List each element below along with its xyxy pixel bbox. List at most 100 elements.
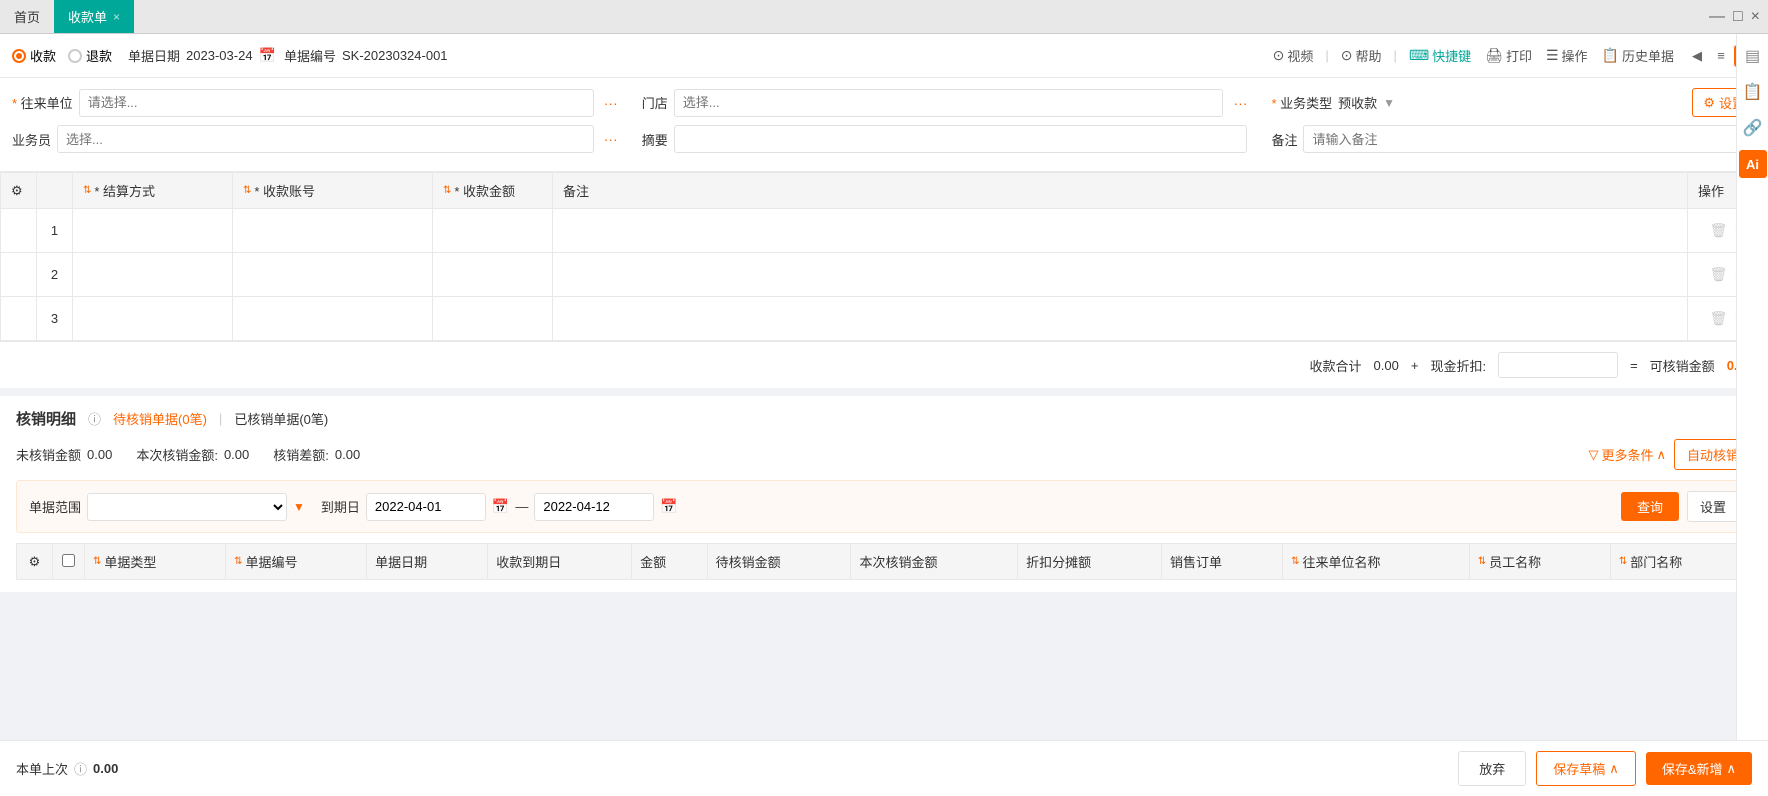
query-button[interactable]: 查询 <box>1621 492 1679 521</box>
help-icon: ⊙ <box>1341 47 1353 64</box>
row2-delete-icon[interactable]: 🗑 <box>1710 266 1728 283</box>
row3-amount-cell[interactable] <box>433 297 553 341</box>
store-more-icon[interactable]: ··· <box>1233 95 1247 111</box>
biz-type-label: 业务类型 <box>1271 93 1332 112</box>
store-input[interactable] <box>674 89 1224 117</box>
bth-settings[interactable]: ⚙ <box>17 544 53 580</box>
tab-home[interactable]: 首页 <box>0 0 54 33</box>
receipt-total-value: 0.00 <box>1374 358 1399 373</box>
verify-section: 核销明细 ⓘ 待核销单据(0笔) | 已核销单据(0笔) 未核销金额 0.00 … <box>0 396 1768 592</box>
row3-remark-cell[interactable] <box>553 297 1688 341</box>
th-amount: ⇅ * 收款金额 <box>433 173 553 209</box>
partner-more-icon[interactable]: ··· <box>604 95 618 111</box>
row1-account-cell[interactable] <box>233 209 433 253</box>
th-settlement-label: * 结算方式 <box>94 181 155 200</box>
more-conditions-label: 更多条件 <box>1601 445 1653 464</box>
refund-radio-label: 退款 <box>86 46 112 65</box>
diff-stat: 核销差额: 0.00 <box>273 445 360 464</box>
draft-arrow-icon: ∧ <box>1609 761 1619 777</box>
close-button[interactable]: × <box>1751 8 1760 26</box>
bth-type: ⇅ 单据类型 <box>85 544 226 580</box>
row3-num: 3 <box>51 311 58 326</box>
remark-input[interactable] <box>1303 125 1756 153</box>
row1-amount-cell[interactable] <box>433 209 553 253</box>
verify-info-icon[interactable]: ⓘ <box>88 409 101 428</box>
staff-more-icon[interactable]: ··· <box>604 131 618 147</box>
sidebar-doc-icon[interactable]: 📋 <box>1739 78 1767 106</box>
row3-account-cell[interactable] <box>233 297 433 341</box>
table-row: 2 🗑 ⧉ <box>1 253 1768 297</box>
query-settings-button[interactable]: 设置 <box>1687 491 1739 522</box>
current-stat: 本次核销金额: 0.00 <box>136 445 249 464</box>
unverified-label: 未核销金额 <box>16 445 81 464</box>
more-conditions-btn[interactable]: ▽ 更多条件 ∧ <box>1588 445 1666 464</box>
receipt-type-radio-group: 收款 退款 <box>12 46 112 65</box>
pending-tab[interactable]: 待核销单据(0笔) <box>113 409 207 428</box>
bth-staff-label: 员工名称 <box>1489 552 1541 571</box>
biz-type-chevron-icon[interactable]: ▼ <box>1383 96 1395 110</box>
maximize-button[interactable]: □ <box>1733 8 1743 26</box>
save-draft-button[interactable]: 保存草稿 ∧ <box>1536 751 1636 786</box>
sidebar-link-icon[interactable]: 🔗 <box>1739 114 1767 142</box>
done-tab[interactable]: 已核销单据(0笔) <box>234 409 328 428</box>
history-label: 历史单据 <box>1622 46 1674 65</box>
tab-close-icon[interactable]: × <box>113 10 120 24</box>
row3-delete-icon[interactable]: 🗑 <box>1710 310 1728 327</box>
row2-settlement-cell[interactable] <box>73 253 233 297</box>
row1-delete-icon[interactable]: 🗑 <box>1710 222 1728 239</box>
th-account-label: * 收款账号 <box>254 181 315 200</box>
sep1: | <box>1325 48 1328 63</box>
th-remark: 备注 <box>553 173 1688 209</box>
calendar-from-icon[interactable]: 📅 <box>492 498 509 515</box>
select-all-checkbox[interactable] <box>62 554 75 567</box>
date-value: 2023-03-24 <box>186 48 253 63</box>
calendar-to-icon[interactable]: 📅 <box>660 498 677 515</box>
toolbar: 收款 退款 单据日期 2023-03-24 📅 单据编号 SK-20230324… <box>0 34 1768 78</box>
receipt-radio[interactable]: 收款 <box>12 46 56 65</box>
layout-prev-icon[interactable]: ◀ <box>1686 45 1708 67</box>
bottom-table-container: ⚙ ⇅ 单据类型 ⇅ 单据编号 <box>16 543 1752 580</box>
footer-info-icon[interactable]: ⓘ <box>74 759 87 778</box>
help-action[interactable]: ⊙ 帮助 <box>1335 42 1388 69</box>
row2-num-cell: 2 <box>37 253 73 297</box>
history-action[interactable]: 📋 历史单据 <box>1596 42 1680 69</box>
refund-radio-dot <box>68 49 82 63</box>
print-action[interactable]: 🖨 打印 <box>1479 42 1538 69</box>
date-field: 单据日期 2023-03-24 📅 <box>128 46 276 65</box>
bth-checkbox[interactable] <box>53 544 85 580</box>
calendar-icon[interactable]: 📅 <box>259 47 276 64</box>
biz-type-select-area: 预收款 ▼ <box>1338 93 1395 112</box>
date-label: 单据日期 <box>128 46 180 65</box>
staff-input[interactable] <box>57 125 594 153</box>
date-from-input[interactable] <box>366 493 486 521</box>
row1-remark-cell[interactable] <box>553 209 1688 253</box>
row2-account-cell[interactable] <box>233 253 433 297</box>
abandon-button[interactable]: 放弃 <box>1458 751 1526 786</box>
video-action[interactable]: ⊙ 视频 <box>1267 42 1320 69</box>
operation-action[interactable]: ☰ 操作 <box>1540 42 1594 69</box>
number-field: 单据编号 SK-20230324-001 <box>284 46 448 65</box>
layout-list-icon[interactable]: ≡ <box>1710 45 1732 67</box>
history-icon: 📋 <box>1602 47 1619 64</box>
minimize-button[interactable]: — <box>1709 8 1725 26</box>
shortcut-action[interactable]: ⌨ 快捷键 <box>1403 42 1477 69</box>
row2-amount-cell[interactable] <box>433 253 553 297</box>
tab-receipt[interactable]: 收款单 × <box>54 0 134 33</box>
discount-input[interactable] <box>1498 352 1618 378</box>
sidebar-ai-icon[interactable]: Ai <box>1739 150 1767 178</box>
summary-label: 摘要 <box>642 130 668 149</box>
partner-input[interactable] <box>79 89 594 117</box>
discount-label: 现金折扣: <box>1430 356 1486 375</box>
row2-remark-cell[interactable] <box>553 253 1688 297</box>
save-new-button[interactable]: 保存&新增 ∧ <box>1646 752 1752 785</box>
date-to-input[interactable] <box>534 493 654 521</box>
row1-settlement-cell[interactable] <box>73 209 233 253</box>
bth-staff-sort-icon: ⇅ <box>1478 556 1486 567</box>
range-select[interactable] <box>87 493 287 521</box>
row1-settings-cell <box>1 209 37 253</box>
refund-radio[interactable]: 退款 <box>68 46 112 65</box>
row3-settlement-cell[interactable] <box>73 297 233 341</box>
th-settings[interactable]: ⚙ <box>1 173 37 209</box>
sidebar-table-icon[interactable]: ▤ <box>1739 42 1767 70</box>
summary-input[interactable] <box>674 125 1248 153</box>
